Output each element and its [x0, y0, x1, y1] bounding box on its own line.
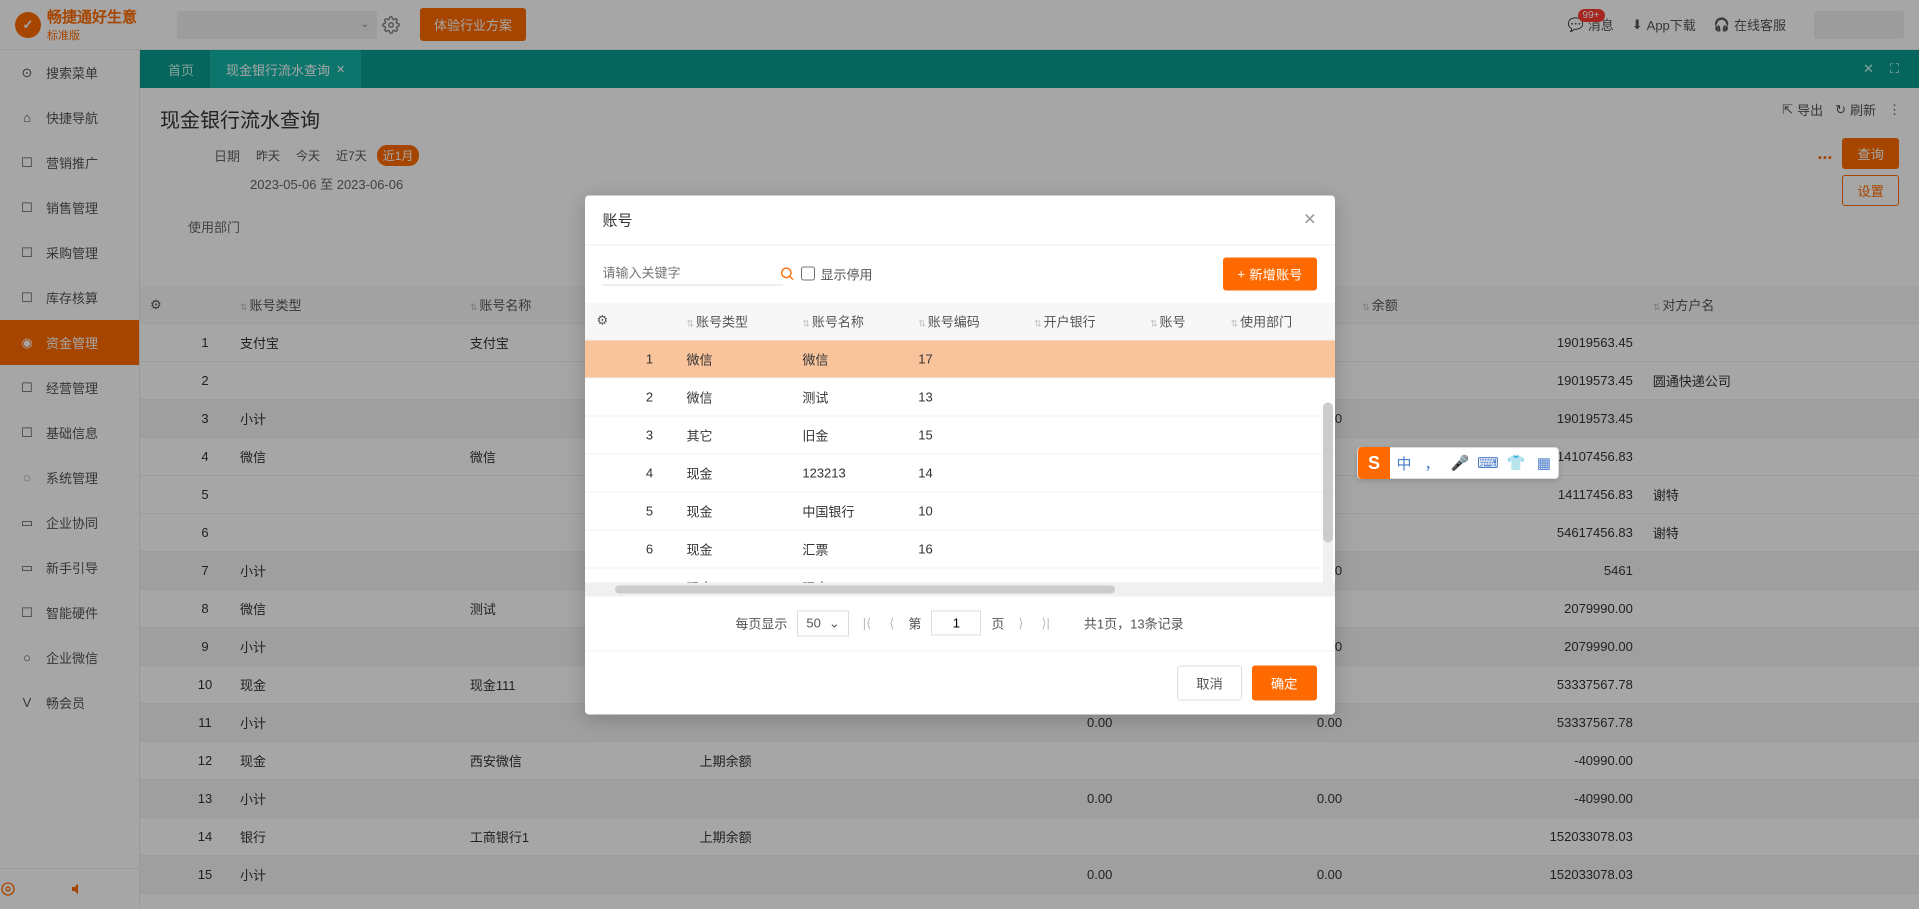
pager-summary: 共1页，13条记录	[1084, 614, 1184, 633]
search-input[interactable]	[603, 262, 779, 285]
gear-column-header[interactable]: ⚙	[585, 302, 625, 340]
search-icon[interactable]	[779, 265, 795, 281]
column-header[interactable]: ⇅账号	[1138, 302, 1219, 340]
account-row[interactable]: 3其它旧金15	[585, 416, 1335, 454]
account-row[interactable]: 1微信微信17	[585, 340, 1335, 378]
page-prefix: 第	[908, 614, 921, 633]
show-disabled-input[interactable]	[801, 267, 815, 281]
vertical-scrollbar[interactable]	[1323, 402, 1333, 582]
page-input[interactable]	[931, 611, 981, 636]
column-header[interactable]: ⇅账号名称	[790, 302, 906, 340]
per-page-select[interactable]: 50⌄	[797, 610, 848, 636]
prev-page-button[interactable]: ⟨	[885, 615, 898, 631]
show-disabled-checkbox[interactable]: 显示停用	[801, 264, 873, 283]
ime-keyboard-icon[interactable]: ⌨	[1474, 447, 1502, 479]
ime-toolbar[interactable]: S 中 ， 🎤 ⌨ 👕 ▦	[1357, 447, 1559, 479]
first-page-button[interactable]: |⟨	[859, 615, 875, 631]
ime-punct-button[interactable]: ，	[1418, 447, 1446, 479]
ime-skin-icon[interactable]: 👕	[1502, 447, 1530, 479]
modal-title: 账号	[603, 209, 633, 230]
horizontal-scrollbar[interactable]	[585, 582, 1335, 596]
column-header[interactable]: ⇅账号类型	[675, 302, 791, 340]
modal-pager: 每页显示 50⌄ |⟨ ⟨ 第 页 ⟩ ⟩| 共1页，13条记录	[585, 596, 1335, 650]
modal-header: 账号 ✕	[585, 195, 1335, 245]
plus-icon: +	[1237, 266, 1245, 281]
account-row[interactable]: 5现金中国银行10	[585, 492, 1335, 530]
per-page-label: 每页显示	[735, 614, 787, 633]
column-header[interactable]: ⇅使用部门	[1219, 302, 1335, 340]
close-icon[interactable]: ✕	[1303, 210, 1316, 230]
chevron-down-icon: ⌄	[829, 615, 840, 631]
ime-mic-icon[interactable]: 🎤	[1446, 447, 1474, 479]
modal-footer: 取消 确定	[585, 650, 1335, 714]
account-row[interactable]: 4现金12321314	[585, 454, 1335, 492]
column-header[interactable]: ⇅账号编码	[906, 302, 1022, 340]
confirm-button[interactable]: 确定	[1252, 665, 1317, 700]
next-page-button[interactable]: ⟩	[1014, 615, 1027, 631]
account-row[interactable]: 2微信测试13	[585, 378, 1335, 416]
modal-toolbar: 显示停用 +新增账号	[585, 245, 1335, 302]
cancel-button[interactable]: 取消	[1177, 665, 1242, 700]
column-header[interactable]: ⇅开户银行	[1022, 302, 1138, 340]
ime-logo-icon: S	[1358, 447, 1390, 479]
account-modal: 账号 ✕ 显示停用 +新增账号 ⚙ ⇅账号类型⇅账号名称⇅账号编码⇅开户银行⇅账号…	[585, 195, 1335, 714]
search-box	[603, 262, 783, 286]
ime-grid-icon[interactable]: ▦	[1530, 447, 1558, 479]
add-account-button[interactable]: +新增账号	[1223, 257, 1316, 290]
ime-lang-button[interactable]: 中	[1390, 447, 1418, 479]
account-table: ⚙ ⇅账号类型⇅账号名称⇅账号编码⇅开户银行⇅账号⇅使用部门 1微信微信172微信…	[585, 302, 1335, 582]
last-page-button[interactable]: ⟩|	[1037, 615, 1053, 631]
account-row[interactable]: 7现金现金11101	[585, 568, 1335, 583]
page-suffix: 页	[991, 614, 1004, 633]
account-row[interactable]: 6现金汇票16	[585, 530, 1335, 568]
